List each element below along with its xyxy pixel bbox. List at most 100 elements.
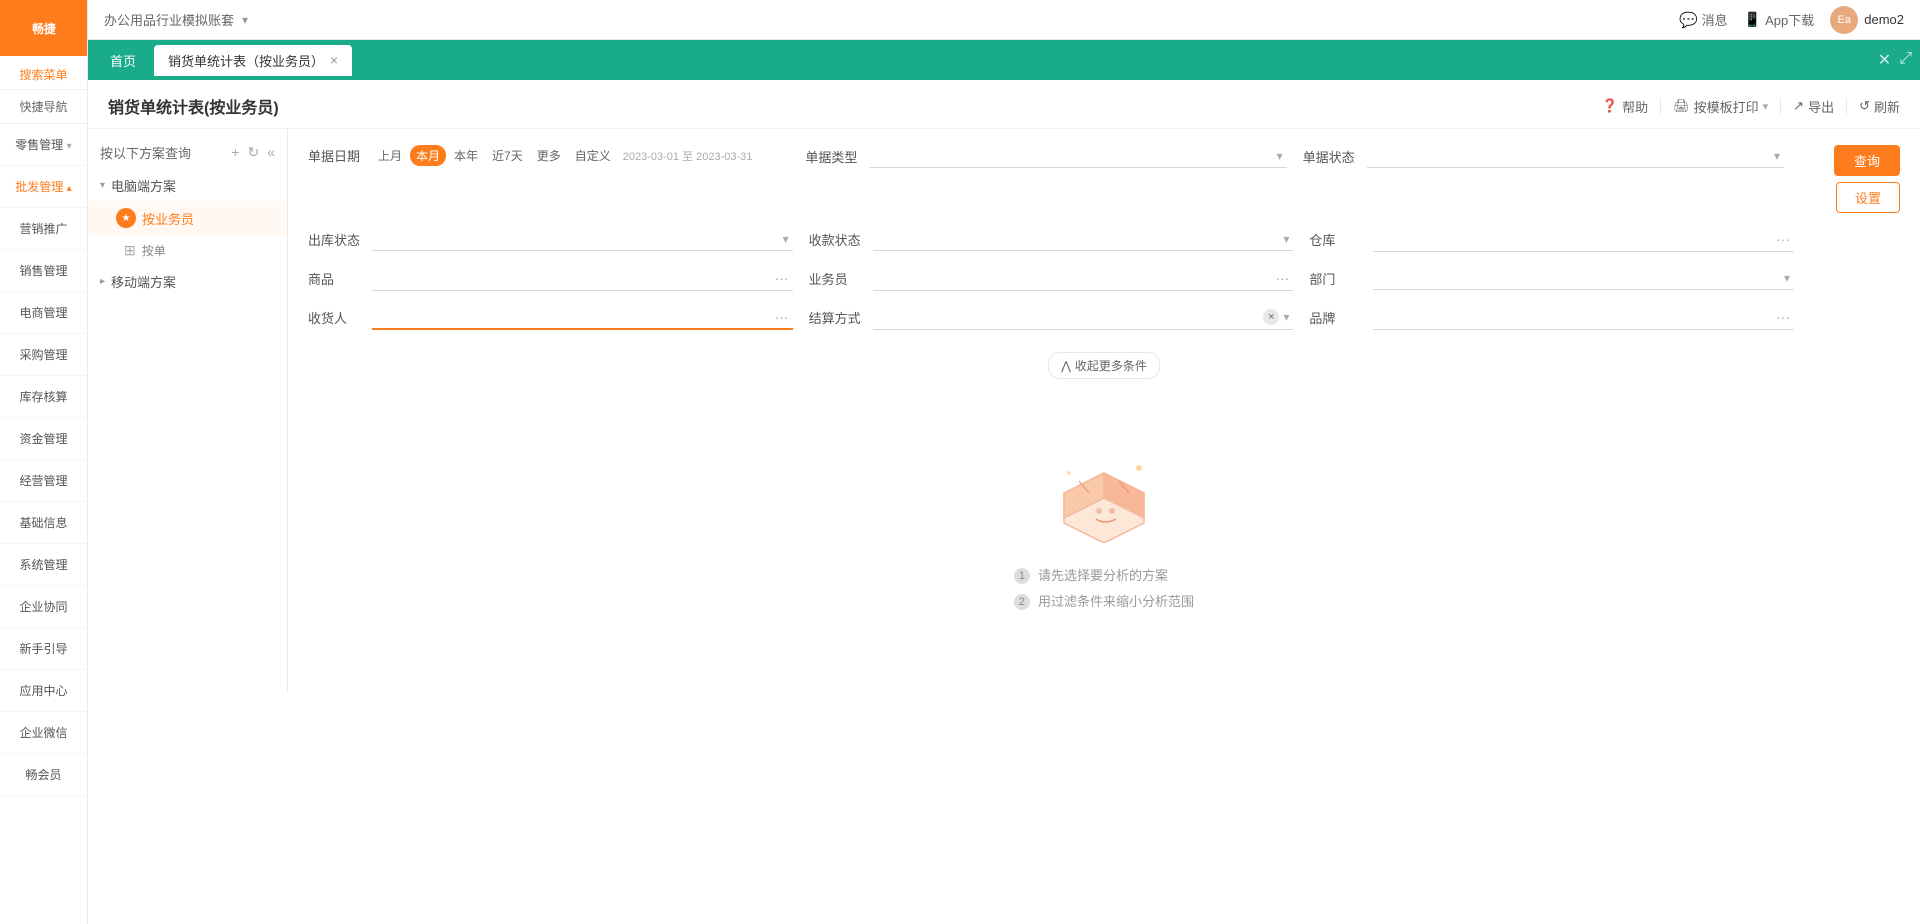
receipt-status-chevron-icon: ▾ <box>1283 232 1293 246</box>
refresh-icon: ↺ <box>1859 98 1870 114</box>
app-selector-dropdown-icon[interactable]: ▾ <box>242 13 248 27</box>
tab-close-window-icon[interactable]: ✕ <box>1878 50 1891 70</box>
scheme-group-mobile: ▸ 移动端方案 <box>88 266 287 297</box>
date-custom[interactable]: 自定义 <box>569 145 617 166</box>
filter-receipt-status-col: 收款状态 ▾ <box>809 228 1294 251</box>
goods-dropdown[interactable]: ··· <box>372 266 793 291</box>
divider-1 <box>1660 98 1661 114</box>
collapse-panel-icon[interactable]: « <box>267 144 275 161</box>
left-panel: 按以下方案查询 + ↻ « ▾ 电脑端方案 <box>88 129 288 691</box>
brand-dropdown[interactable]: ··· <box>1373 305 1794 330</box>
refresh-scheme-icon[interactable]: ↻ <box>247 144 259 161</box>
export-icon: ↗ <box>1793 98 1804 114</box>
sidebar-item-enterprise[interactable]: 企业协同 <box>0 586 87 628</box>
filter-date-col: 单据日期 上月 本月 本年 近7天 更多 自定义 2023-03-01 至 20… <box>308 145 789 166</box>
settings-button[interactable]: 设置 <box>1836 182 1900 213</box>
refresh-button[interactable]: ↺ 刷新 <box>1859 97 1900 116</box>
filter-row-2: 出库状态 ▾ 收款状态 ▾ <box>308 227 1900 252</box>
date-this-year[interactable]: 本年 <box>448 145 484 166</box>
doc-type-label: 单据类型 <box>805 147 861 166</box>
doc-type-dropdown[interactable]: ▾ <box>869 145 1286 168</box>
right-panel: 单据日期 上月 本月 本年 近7天 更多 自定义 2023-03-01 至 20… <box>288 129 1920 691</box>
salesman-more-icon[interactable]: ··· <box>1275 270 1293 286</box>
date-more[interactable]: 更多 <box>531 145 567 166</box>
scheme-item-by-salesman[interactable]: ★ 按业务员 <box>88 201 287 235</box>
receipt-status-label: 收款状态 <box>809 230 865 249</box>
settlement-clear-icon[interactable]: × <box>1263 309 1279 325</box>
message-action[interactable]: 💬 消息 <box>1679 10 1728 29</box>
scheme-group-mobile-header[interactable]: ▸ 移动端方案 <box>88 266 287 297</box>
left-panel-title: 按以下方案查询 <box>100 143 191 162</box>
user-profile[interactable]: Ea demo2 <box>1830 6 1904 34</box>
header-right: 💬 消息 📱 App下载 Ea demo2 <box>1679 6 1904 34</box>
out-status-dropdown[interactable]: ▾ <box>372 228 793 251</box>
sidebar-item-purchase[interactable]: 采购管理 <box>0 334 87 376</box>
sidebar-item-system[interactable]: 系统管理 <box>0 544 87 586</box>
left-panel-icons: + ↻ « <box>231 144 275 161</box>
date-this-month[interactable]: 本月 <box>410 145 446 166</box>
dept-label: 部门 <box>1309 269 1365 288</box>
app-download-action[interactable]: 📱 App下载 <box>1744 10 1815 29</box>
collapse-button[interactable]: ⋀ 收起更多条件 <box>1048 352 1160 379</box>
settlement-dropdown[interactable]: × ▾ <box>873 305 1294 330</box>
date-last-month[interactable]: 上月 <box>372 145 408 166</box>
header-left: 办公用品行业模拟账套 ▾ <box>104 10 248 29</box>
help-button[interactable]: ❓ 帮助 <box>1602 97 1648 116</box>
sidebar-item-apps[interactable]: 应用中心 <box>0 670 87 712</box>
dept-dropdown[interactable]: ▾ <box>1373 267 1794 290</box>
query-button[interactable]: 查询 <box>1834 145 1900 176</box>
page-header: 销货单统计表(按业务员) ❓ 帮助 🖨 按模板打印 ▾ ↗ <box>88 80 1920 129</box>
scheme-group-pc-header[interactable]: ▾ 电脑端方案 <box>88 170 287 201</box>
receiver-more-icon[interactable]: ··· <box>775 309 793 325</box>
export-button[interactable]: ↗ 导出 <box>1793 97 1834 116</box>
sidebar-search-label[interactable]: 搜索菜单 <box>0 56 87 90</box>
page-title: 销货单统计表(按业务员) <box>108 94 279 118</box>
doc-status-dropdown[interactable]: ▾ <box>1367 145 1784 168</box>
warehouse-dropdown[interactable]: ··· <box>1373 227 1794 252</box>
scheme-item-by-order[interactable]: ⊞ 按单 <box>88 235 287 266</box>
print-dropdown-icon: ▾ <box>1763 100 1769 113</box>
sidebar-item-newbie[interactable]: 新手引导 <box>0 628 87 670</box>
app-title: 办公用品行业模拟账套 <box>104 10 234 29</box>
sidebar-item-retail[interactable]: 零售管理 ▾ <box>0 124 87 166</box>
scheme-salesman-icon: ★ <box>116 208 136 228</box>
main-area: 办公用品行业模拟账套 ▾ 💬 消息 📱 App下载 Ea demo2 首页 <box>88 0 1920 924</box>
sidebar-item-wechat[interactable]: 企业微信 <box>0 712 87 754</box>
tab-close-icon[interactable]: × <box>330 53 338 67</box>
sidebar-item-member[interactable]: 畅会员 <box>0 754 87 796</box>
sidebar-shortcut-label[interactable]: 快捷导航 <box>0 90 87 124</box>
brand-more-icon[interactable]: ··· <box>1776 309 1794 325</box>
date-last-7[interactable]: 近7天 <box>486 145 529 166</box>
tab-home[interactable]: 首页 <box>96 45 150 76</box>
sidebar-item-wholesale[interactable]: 批发管理 ▴ <box>0 166 87 208</box>
sidebar-item-operations[interactable]: 经营管理 <box>0 460 87 502</box>
sidebar-logo[interactable]: 畅捷 <box>0 0 87 56</box>
filter-row-3: 商品 ··· 业务员 ··· <box>308 266 1900 291</box>
out-status-label: 出库状态 <box>308 230 364 249</box>
settlement-chevron-icon: ▾ <box>1283 310 1293 324</box>
sidebar-item-sales[interactable]: 销售管理 <box>0 250 87 292</box>
page-container: 销货单统计表(按业务员) ❓ 帮助 🖨 按模板打印 ▾ ↗ <box>88 80 1920 924</box>
salesman-dropdown[interactable]: ··· <box>873 266 1294 291</box>
filter-out-status-col: 出库状态 ▾ <box>308 228 793 251</box>
receiver-input-wrapper: ··· <box>372 305 793 330</box>
filter-doc-type-col: 单据类型 ▾ <box>805 145 1286 168</box>
add-scheme-icon[interactable]: + <box>231 144 239 161</box>
goods-more-icon[interactable]: ··· <box>775 270 793 286</box>
sidebar-item-ecommerce[interactable]: 电商管理 <box>0 292 87 334</box>
empty-tip-1: 1 请先选择要分析的方案 <box>1014 563 1194 589</box>
sidebar-item-basic[interactable]: 基础信息 <box>0 502 87 544</box>
scheme-group-mobile-label: 移动端方案 <box>111 272 176 291</box>
receiver-input[interactable] <box>372 305 775 328</box>
tab-sales-stat[interactable]: 销货单统计表（按业务员） × <box>154 45 352 76</box>
top-header: 办公用品行业模拟账套 ▾ 💬 消息 📱 App下载 Ea demo2 <box>88 0 1920 40</box>
warehouse-label: 仓库 <box>1309 230 1365 249</box>
tab-maximize-icon[interactable]: ⤢ <box>1899 50 1912 70</box>
sidebar-item-stock[interactable]: 库存核算 <box>0 376 87 418</box>
receipt-status-dropdown[interactable]: ▾ <box>873 228 1294 251</box>
warehouse-more-icon[interactable]: ··· <box>1776 231 1794 247</box>
sidebar-item-marketing[interactable]: 营销推广 <box>0 208 87 250</box>
goods-label: 商品 <box>308 269 364 288</box>
print-button[interactable]: 🖨 按模板打印 ▾ <box>1673 97 1768 116</box>
sidebar-item-finance[interactable]: 资金管理 <box>0 418 87 460</box>
